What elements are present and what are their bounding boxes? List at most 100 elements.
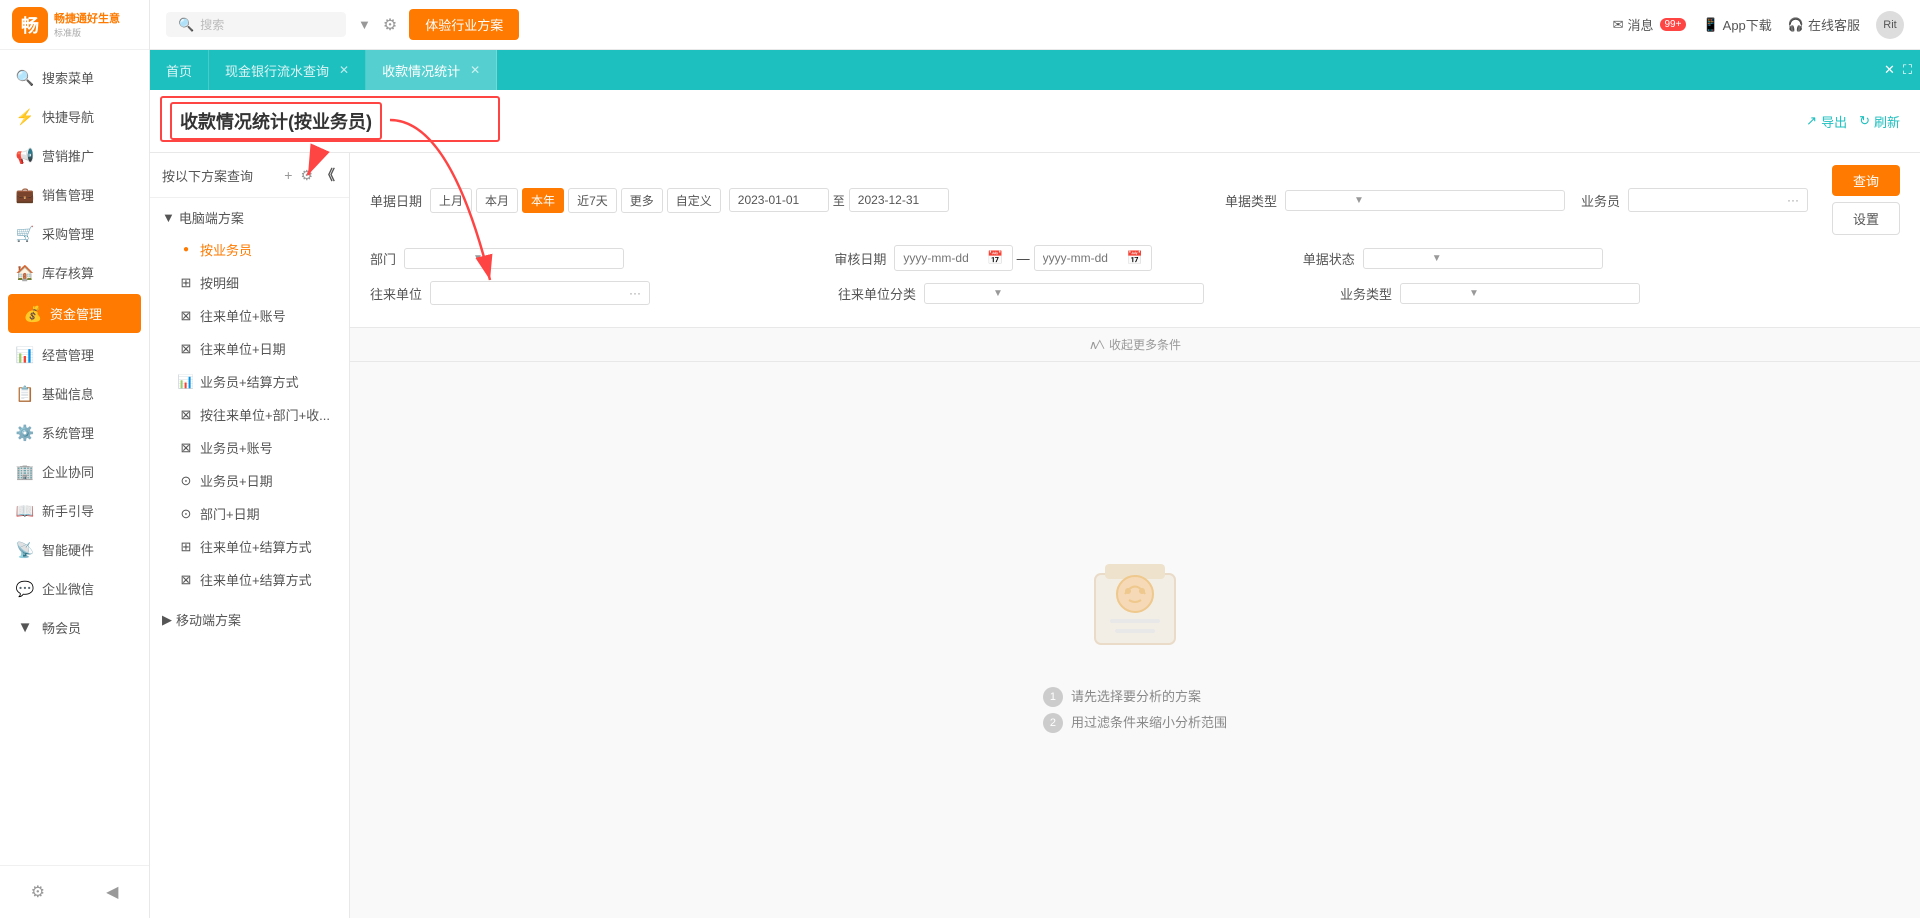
page-title: 收款情况统计(按业务员): [172, 104, 380, 138]
trial-btn[interactable]: 体验行业方案: [409, 9, 519, 40]
doctype-select[interactable]: ▼: [1285, 190, 1565, 211]
scheme-item-by-salesperson[interactable]: ● 按业务员: [150, 233, 349, 266]
partner-category-select[interactable]: ▼: [924, 283, 1204, 304]
filter-date-item: 单据日期 上月 本月 本年 近7天 更多 自定义: [370, 188, 949, 213]
scheme-partner-settle2-icon: ⊠: [178, 572, 194, 588]
scheme-item-partner-account[interactable]: ⊠ 往来单位+账号: [150, 299, 349, 332]
date-btn-7days[interactable]: 近7天: [568, 188, 617, 213]
tab-home[interactable]: 首页: [150, 50, 209, 90]
scheme-item-by-detail[interactable]: ⊞ 按明细: [150, 266, 349, 299]
settings-btn[interactable]: 设置: [1832, 202, 1900, 235]
dept-select[interactable]: ▼: [404, 248, 624, 269]
sidebar-item-wechat[interactable]: 💬 企业微信: [0, 569, 149, 608]
scheme-settings-btn[interactable]: ⚙: [298, 165, 315, 186]
online-service-btn[interactable]: 🎧 在线客服: [1788, 15, 1860, 34]
sidebar-item-search-menu[interactable]: 🔍 搜索菜单: [0, 58, 149, 97]
tab-receipt-stats-close[interactable]: ✕: [470, 63, 480, 77]
review-date-from-input[interactable]: [903, 251, 983, 265]
topbar-dropdown-arrow[interactable]: ▼: [358, 17, 371, 32]
sidebar-item-smart-hw[interactable]: 📡 智能硬件: [0, 530, 149, 569]
sidebar-item-enterprise[interactable]: 🏢 企业协同: [0, 452, 149, 491]
doc-status-select[interactable]: ▼: [1363, 248, 1603, 269]
refresh-icon: ↻: [1859, 113, 1870, 129]
business-type-select[interactable]: ▼: [1400, 283, 1640, 304]
app-download-btn[interactable]: 📱 App下载: [1702, 15, 1771, 34]
mobile-scheme-header[interactable]: ▶ 移动端方案: [150, 604, 349, 635]
marketing-icon: 📢: [16, 147, 34, 165]
scheme-item-partner-date[interactable]: ⊠ 往来单位+日期: [150, 332, 349, 365]
wechat-icon: 💬: [16, 580, 34, 598]
calendar-icon-to[interactable]: 📅: [1127, 250, 1143, 266]
sidebar-item-system[interactable]: ⚙️ 系统管理: [0, 413, 149, 452]
scheme-item-salesperson-date[interactable]: ⊙ 业务员+日期: [150, 464, 349, 497]
scheme-item-partner-settle1[interactable]: ⊞ 往来单位+结算方式: [150, 530, 349, 563]
logo-text-area: 畅捷通好生意 标准版: [54, 10, 120, 39]
system-icon: ⚙️: [16, 424, 34, 442]
date-filter-label: 单据日期: [370, 191, 422, 210]
sidebar-settings-btn[interactable]: ⚙: [23, 878, 53, 906]
query-btn[interactable]: 查询: [1832, 165, 1900, 196]
export-icon: ↗: [1806, 113, 1817, 129]
collapse-bar[interactable]: ∧ ∧ 收起更多条件: [350, 327, 1920, 361]
sidebar-item-sales[interactable]: 💼 销售管理: [0, 175, 149, 214]
tab-bank-flow[interactable]: 现金银行流水查询 ✕: [209, 50, 366, 90]
tabbar: 首页 现金银行流水查询 ✕ 收款情况统计 ✕ ✕ ⛶: [150, 50, 1920, 90]
sidebar-item-purchase[interactable]: 🛒 采购管理: [0, 214, 149, 253]
sidebar-item-quick-nav[interactable]: ⚡ 快捷导航: [0, 97, 149, 136]
review-date-label: 审核日期: [834, 249, 886, 268]
sidebar-item-guide[interactable]: 📖 新手引导: [0, 491, 149, 530]
filter-row-2: 部门 ▼ 审核日期: [370, 245, 1900, 271]
message-btn[interactable]: ✉ 消息 99+: [1613, 15, 1687, 34]
topbar-search-box[interactable]: 🔍 搜索: [166, 12, 346, 37]
sidebar-nav: 🔍 搜索菜单 ⚡ 快捷导航 📢 营销推广 💼 销售管理 🛒 采购管理 🏠: [0, 50, 149, 865]
empty-steps: 1 请先选择要分析的方案 2 用过滤条件来缩小分析范围: [1043, 684, 1227, 736]
sidebar-footer: ⚙ ◀: [0, 865, 149, 918]
date-btn-custom[interactable]: 自定义: [667, 188, 721, 213]
scheme-add-btn[interactable]: +: [282, 165, 294, 185]
filter-dept-item: 部门 ▼: [370, 248, 624, 269]
topbar-gear-icon[interactable]: ⚙: [383, 15, 397, 35]
scheme-dept-date-icon: ⊙: [178, 506, 194, 522]
partner-more-icon[interactable]: ···: [629, 286, 641, 300]
app-download-icon: 📱: [1702, 17, 1718, 33]
scheme-item-dept-date[interactable]: ⊙ 部门+日期: [150, 497, 349, 530]
tabbar-actions: ✕ ⛶: [1884, 62, 1920, 78]
date-from-input[interactable]: [729, 188, 829, 212]
tab-expand-icon[interactable]: ⛶: [1903, 62, 1912, 78]
tab-bank-flow-close[interactable]: ✕: [339, 63, 349, 77]
scheme-partner-date-icon: ⊠: [178, 341, 194, 357]
review-date-divider: —: [1017, 251, 1030, 266]
refresh-btn[interactable]: ↻ 刷新: [1859, 112, 1900, 131]
date-to-input[interactable]: [849, 188, 949, 212]
review-date-to-input[interactable]: [1043, 251, 1123, 265]
calendar-icon-from[interactable]: 📅: [987, 250, 1003, 266]
sidebar-item-basic[interactable]: 📋 基础信息: [0, 374, 149, 413]
topbar-right: ✉ 消息 99+ 📱 App下载 🎧 在线客服 Rit: [1613, 11, 1904, 39]
scheme-item-partner-dept-collect[interactable]: ⊠ 按往来单位+部门+收...: [150, 398, 349, 431]
sidebar-item-marketing[interactable]: 📢 营销推广: [0, 136, 149, 175]
date-btn-more[interactable]: 更多: [621, 188, 663, 213]
date-btn-this-month[interactable]: 本月: [476, 188, 518, 213]
sidebar-collapse-btn[interactable]: ◀: [98, 878, 126, 906]
scheme-collapse-btn[interactable]: 《: [319, 163, 337, 187]
data-area: 1 请先选择要分析的方案 2 用过滤条件来缩小分析范围: [350, 361, 1920, 918]
tab-close-all-icon[interactable]: ✕: [1884, 62, 1895, 78]
export-btn[interactable]: ↗ 导出: [1806, 112, 1847, 131]
desktop-scheme-header[interactable]: ▼ 电脑端方案: [150, 202, 349, 233]
sidebar-item-finance[interactable]: 💰 资金管理: [8, 294, 141, 333]
date-btn-this-year[interactable]: 本年: [522, 188, 564, 213]
business-type-label: 业务类型: [1340, 284, 1392, 303]
scheme-item-partner-settle2[interactable]: ⊠ 往来单位+结算方式: [150, 563, 349, 596]
doctype-chevron: ▼: [1354, 195, 1364, 206]
scheme-item-salesperson-settle[interactable]: 📊 业务员+结算方式: [150, 365, 349, 398]
sidebar-item-inventory[interactable]: 🏠 库存核算: [0, 253, 149, 292]
user-avatar[interactable]: Rit: [1876, 11, 1904, 39]
sidebar-item-member[interactable]: ▼ 畅会员: [0, 608, 149, 647]
date-btn-last-month[interactable]: 上月: [430, 188, 472, 213]
filter-doctype-item: 单据类型 ▼: [1225, 190, 1565, 211]
salesperson-more-icon[interactable]: ···: [1787, 193, 1799, 207]
desktop-scheme-group: ▼ 电脑端方案 ● 按业务员 ⊞ 按明细 ⊠ 往: [150, 198, 349, 600]
tab-receipt-stats[interactable]: 收款情况统计 ✕: [366, 50, 497, 90]
scheme-item-salesperson-account[interactable]: ⊠ 业务员+账号: [150, 431, 349, 464]
sidebar-item-operations[interactable]: 📊 经营管理: [0, 335, 149, 374]
